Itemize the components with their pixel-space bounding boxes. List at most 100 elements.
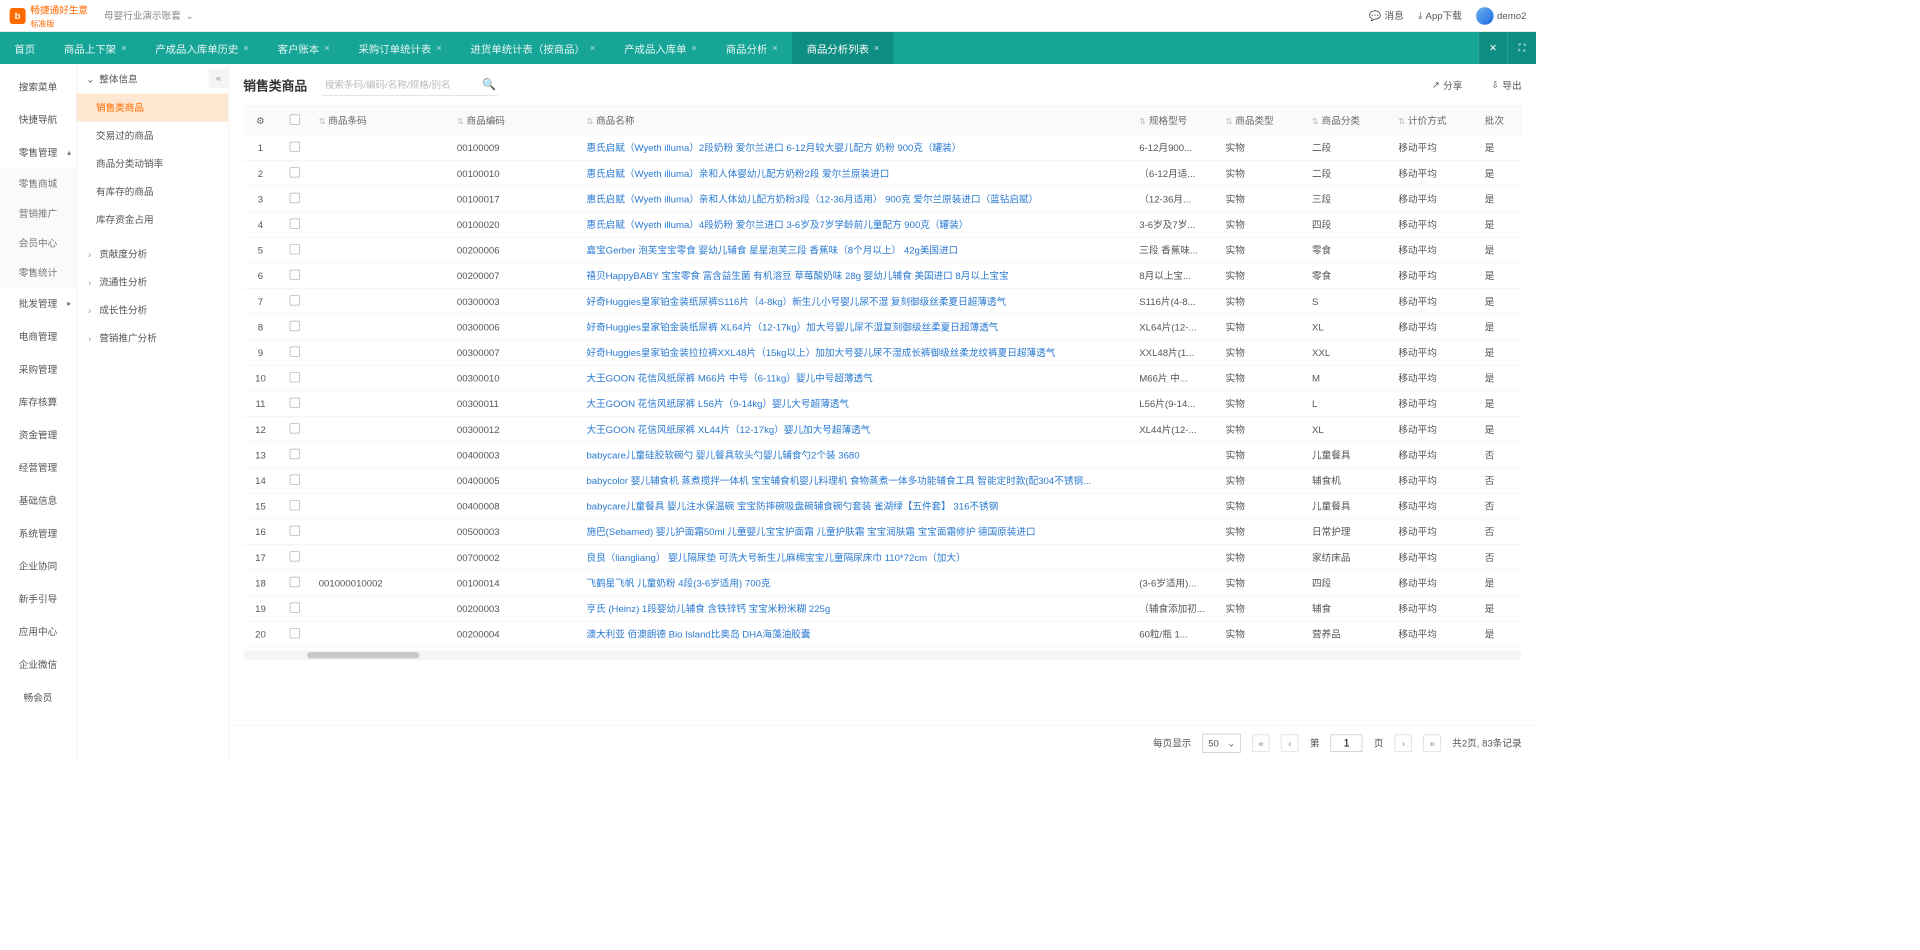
nav-采购管理[interactable]: 采购管理	[0, 353, 76, 386]
product-link[interactable]: 惠氏启赋（Wyeth illuma）4段奶粉 爱尔兰进口 3-6岁及7岁学龄前儿…	[586, 219, 968, 230]
horizontal-scrollbar[interactable]	[243, 650, 1521, 660]
product-link[interactable]: babycare儿童硅胶软碗勺 婴儿餐具软头勺婴儿辅食勺2个装 3680	[586, 450, 859, 461]
product-link[interactable]: 惠氏启赋（Wyeth illuma）亲和人体婴幼儿配方奶粉2段 爱尔兰原装进口	[586, 168, 889, 179]
nav-畅会员[interactable]: 畅会员	[0, 681, 76, 714]
checkbox[interactable]	[290, 295, 300, 305]
checkbox[interactable]	[290, 628, 300, 638]
collapse-panel-button[interactable]: «	[209, 69, 228, 88]
column-settings[interactable]: ⚙	[243, 106, 278, 135]
tab-进货单统计表（按商品）[interactable]: 进货单统计表（按商品）×	[456, 32, 610, 64]
product-link[interactable]: 亨氏 (Heinz) 1段婴幼儿辅食 含铁锌钙 宝宝米粉米糊 225g	[586, 603, 830, 614]
nav-sub-零售统计[interactable]: 零售统计	[0, 258, 76, 288]
checkbox[interactable]	[290, 500, 300, 510]
user-menu[interactable]: demo2	[1476, 7, 1526, 25]
product-link[interactable]: 嘉宝Gerber 泡芙宝宝零食 婴幼儿辅食 星星泡芙三段 香蕉味（8个月以上） …	[586, 245, 958, 256]
close-all-tabs-button[interactable]: ✕	[1478, 32, 1507, 64]
side-item-有库存的商品[interactable]: 有库存的商品	[77, 178, 228, 206]
nav-sub-营销推广[interactable]: 营销推广	[0, 198, 76, 228]
search-icon[interactable]: 🔍	[482, 78, 496, 92]
per-page-select[interactable]: 50 ⌄	[1203, 733, 1241, 752]
table-row[interactable]: 300100017惠氏启赋（Wyeth illuma）亲和人体幼儿配方奶粉3段（…	[243, 186, 1521, 212]
column-name[interactable]: ⇅商品名称	[580, 106, 1133, 135]
side-item-库存资金占用[interactable]: 库存资金占用	[77, 206, 228, 234]
table-row[interactable]: 1100300011大王GOON 花信风纸尿裤 L56片（9-14kg）婴儿大号…	[243, 391, 1521, 417]
checkbox[interactable]	[290, 423, 300, 433]
side-group-成长性分析[interactable]: 成长性分析	[77, 296, 228, 324]
nav-批发管理[interactable]: 批发管理	[0, 287, 76, 320]
table-row[interactable]: 200100010惠氏启赋（Wyeth illuma）亲和人体婴幼儿配方奶粉2段…	[243, 160, 1521, 186]
product-link[interactable]: 大王GOON 花信风纸尿裤 L56片（9-14kg）婴儿大号超薄透气	[586, 398, 848, 409]
close-icon[interactable]: ×	[772, 42, 778, 53]
product-link[interactable]: 良良（liangliang） 婴儿隔尿垫 可洗大号新生儿麻棉宝宝儿童隔尿床巾 1…	[586, 552, 965, 563]
side-group-流通性分析[interactable]: 流通性分析	[77, 268, 228, 296]
checkbox[interactable]	[290, 141, 300, 151]
first-page-button[interactable]: «	[1252, 734, 1270, 752]
checkbox[interactable]	[290, 346, 300, 356]
tab-商品分析列表[interactable]: 商品分析列表×	[792, 32, 894, 64]
close-icon[interactable]: ×	[436, 42, 442, 53]
checkbox[interactable]	[290, 551, 300, 561]
product-link[interactable]: 大王GOON 花信风纸尿裤 XL44片（12-17kg）婴儿加大号超薄透气	[586, 424, 870, 435]
product-link[interactable]: 好奇Huggies皇家铂金装纸尿裤 XL64片（12-17kg）加大号婴儿尿不湿…	[586, 322, 998, 333]
column-type[interactable]: ⇅商品类型	[1219, 106, 1305, 135]
column-bulk[interactable]: 批次	[1478, 106, 1521, 135]
scrollbar-thumb[interactable]	[307, 652, 419, 658]
next-page-button[interactable]: ›	[1395, 734, 1413, 752]
checkbox[interactable]	[290, 167, 300, 177]
product-link[interactable]: 好奇Huggies皇家铂金装拉拉裤XXL48片（15kg以上）加加大号婴儿尿不湿…	[586, 347, 1055, 358]
nav-应用中心[interactable]: 应用中心	[0, 615, 76, 648]
tab-产成品入库单历史[interactable]: 产成品入库单历史×	[141, 32, 263, 64]
table-row[interactable]: 500200006嘉宝Gerber 泡芙宝宝零食 婴幼儿辅食 星星泡芙三段 香蕉…	[243, 237, 1521, 263]
side-group-营销推广分析[interactable]: 营销推广分析	[77, 324, 228, 352]
product-link[interactable]: babycolor 婴儿辅食机 蒸煮搅拌一体机 宝宝辅食机婴儿料理机 食物蒸煮一…	[586, 475, 1091, 486]
checkbox[interactable]	[290, 192, 300, 202]
checkbox[interactable]	[290, 448, 300, 458]
nav-新手引导[interactable]: 新手引导	[0, 582, 76, 615]
table-row[interactable]: 600200007禧贝HappyBABY 宝宝零食 富含益生菌 有机溶豆 草莓酸…	[243, 263, 1521, 289]
table-row[interactable]: 2000200004澳大利亚 佰澳朗德 Bio Island比奥岛 DHA海藻油…	[243, 621, 1521, 647]
share-button[interactable]: ↗ 分享	[1432, 78, 1462, 92]
table-row[interactable]: 1800100001000200100014飞鹤星飞帆 儿童奶粉 4段(3-6岁…	[243, 570, 1521, 596]
column-category[interactable]: ⇅商品分类	[1306, 106, 1392, 135]
column-select-all[interactable]	[278, 106, 313, 135]
tab-商品分析[interactable]: 商品分析×	[711, 32, 792, 64]
tenant-selector[interactable]: 母婴行业演示账套 ⌄	[104, 9, 194, 23]
checkbox[interactable]	[290, 397, 300, 407]
nav-资金管理[interactable]: 资金管理	[0, 418, 76, 451]
side-item-销售类商品[interactable]: 销售类商品	[77, 94, 228, 122]
table-row[interactable]: 100100009惠氏启赋（Wyeth illuma）2段奶粉 爱尔兰进口 6-…	[243, 135, 1521, 161]
table-row[interactable]: 1500400008babycare儿童餐具 婴儿注水保温碗 宝宝防摔碗吸盘碗辅…	[243, 493, 1521, 519]
tab-客户账本[interactable]: 客户账本×	[263, 32, 344, 64]
table-row[interactable]: 1000300010大王GOON 花信风纸尿裤 M66片 中号（6-11kg）婴…	[243, 365, 1521, 391]
product-link[interactable]: 好奇Huggies皇家铂金装纸尿裤S116片（4-8kg）新生儿小号婴儿尿不湿 …	[586, 296, 1006, 307]
checkbox[interactable]	[290, 218, 300, 228]
last-page-button[interactable]: »	[1423, 734, 1441, 752]
fullscreen-button[interactable]: ⛶	[1507, 32, 1536, 64]
table-row[interactable]: 1200300012大王GOON 花信风纸尿裤 XL44片（12-17kg）婴儿…	[243, 416, 1521, 442]
checkbox[interactable]	[290, 320, 300, 330]
nav-快捷导航[interactable]: 快捷导航	[0, 103, 76, 136]
nav-企业协同[interactable]: 企业协同	[0, 550, 76, 583]
product-link[interactable]: 飞鹤星飞帆 儿童奶粉 4段(3-6岁适用) 700克	[586, 578, 770, 589]
app-download-button[interactable]: ⤓ App下载	[1418, 9, 1462, 23]
tab-商品上下架[interactable]: 商品上下架×	[50, 32, 141, 64]
checkbox[interactable]	[290, 474, 300, 484]
nav-电商管理[interactable]: 电商管理	[0, 320, 76, 353]
prev-page-button[interactable]: ‹	[1281, 734, 1299, 752]
table-row[interactable]: 800300006好奇Huggies皇家铂金装纸尿裤 XL64片（12-17kg…	[243, 314, 1521, 340]
checkbox[interactable]	[290, 525, 300, 535]
table-row[interactable]: 1900200003亨氏 (Heinz) 1段婴幼儿辅食 含铁锌钙 宝宝米粉米糊…	[243, 596, 1521, 622]
column-code[interactable]: ⇅商品编码	[451, 106, 581, 135]
table-row[interactable]: 1600500003施巴(Sebamed) 婴儿护面霜50ml 儿童婴儿宝宝护面…	[243, 519, 1521, 545]
close-icon[interactable]: ×	[874, 42, 880, 53]
nav-基础信息[interactable]: 基础信息	[0, 484, 76, 517]
column-spec[interactable]: ⇅规格型号	[1133, 106, 1219, 135]
checkbox[interactable]	[290, 372, 300, 382]
nav-库存核算[interactable]: 库存核算	[0, 386, 76, 419]
close-icon[interactable]: ×	[243, 42, 249, 53]
column-pricing[interactable]: ⇅计价方式	[1392, 106, 1478, 135]
side-group-贡献度分析[interactable]: 贡献度分析	[77, 240, 228, 268]
product-link[interactable]: 禧贝HappyBABY 宝宝零食 富含益生菌 有机溶豆 草莓酸奶味 28g 婴幼…	[586, 270, 1008, 281]
table-row[interactable]: 1400400005babycolor 婴儿辅食机 蒸煮搅拌一体机 宝宝辅食机婴…	[243, 468, 1521, 494]
nav-系统管理[interactable]: 系统管理	[0, 517, 76, 550]
